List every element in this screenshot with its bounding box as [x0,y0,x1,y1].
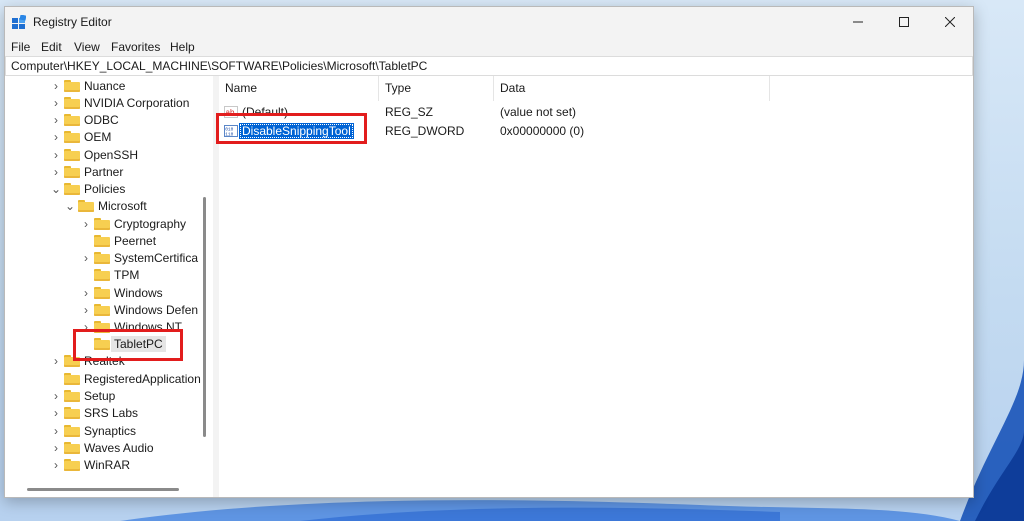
folder-icon [64,148,80,161]
key-tree[interactable]: › Nuance › NVIDIA Corporation › ODBC › OEM ›… [5,76,213,497]
tree-item-srs-labs[interactable]: › SRS Labs [51,404,138,421]
menu-file[interactable]: File [11,40,30,54]
chevron-right-icon[interactable]: › [51,352,61,369]
folder-icon [94,268,110,281]
tree-item-oem[interactable]: › OEM [51,128,111,145]
tree-item-windows[interactable]: › Windows [81,284,163,301]
folder-icon [64,441,80,454]
chevron-right-icon[interactable]: › [51,146,61,163]
tree-item-peernet[interactable]: Peernet [81,232,156,249]
tree-item-policies[interactable]: ⌄ Policies [51,180,125,197]
chevron-down-icon[interactable]: ⌄ [65,197,75,214]
chevron-right-icon[interactable]: › [81,249,91,266]
chevron-right-icon[interactable]: › [51,128,61,145]
folder-icon [64,96,80,109]
chevron-right-icon[interactable]: › [51,439,61,456]
window-title: Registry Editor [33,15,112,29]
folder-icon [64,458,80,471]
tree-item-nuance[interactable]: › Nuance [51,77,125,94]
menu-favorites[interactable]: Favorites [111,40,160,54]
tree-vertical-scrollbar[interactable] [203,197,206,437]
chevron-right-icon[interactable]: › [81,215,91,232]
registry-editor-icon [12,15,26,29]
folder-icon [64,372,80,385]
tree-horizontal-scrollbar[interactable] [27,488,179,491]
value-type: REG_SZ [385,105,434,119]
close-icon [945,17,955,27]
tree-item-tpm[interactable]: TPM [81,266,139,283]
address-bar[interactable]: Computer\HKEY_LOCAL_MACHINE\SOFTWARE\Pol… [5,56,973,76]
menu-help[interactable]: Help [170,40,195,54]
folder-icon [94,234,110,247]
column-header-type[interactable]: Type [379,76,494,101]
chevron-right-icon[interactable]: › [51,111,61,128]
chevron-right-icon[interactable]: › [51,456,61,473]
tree-item-nvidia[interactable]: › NVIDIA Corporation [51,94,189,111]
minimize-icon [853,21,863,23]
menu-view[interactable]: View [74,40,100,54]
tree-item-partner[interactable]: › Partner [51,163,123,180]
tree-item-windows-defender[interactable]: › Windows Defen [81,301,198,318]
folder-icon [64,79,80,92]
tree-item-odbc[interactable]: › ODBC [51,111,119,128]
tree-item-waves-audio[interactable]: › Waves Audio [51,439,154,456]
folder-icon [64,389,80,402]
tree-item-microsoft[interactable]: ⌄ Microsoft [65,197,147,214]
tree-item-synaptics[interactable]: › Synaptics [51,422,136,439]
tree-item-winrar[interactable]: › WinRAR [51,456,130,473]
close-button[interactable] [927,7,973,37]
folder-icon [78,199,94,212]
value-data: (value not set) [500,105,577,119]
column-header-name[interactable]: Name [219,76,379,101]
maximize-button[interactable] [881,7,927,37]
chevron-right-icon[interactable]: › [81,284,91,301]
title-bar[interactable]: Registry Editor [5,7,973,37]
column-header-data[interactable]: Data [494,76,770,101]
value-type: REG_DWORD [385,124,465,138]
tree-item-cryptography[interactable]: › Cryptography [81,215,186,232]
address-path: Computer\HKEY_LOCAL_MACHINE\SOFTWARE\Pol… [11,59,428,73]
tree-item-setup[interactable]: › Setup [51,387,115,404]
minimize-button[interactable] [835,7,881,37]
tree-item-registeredapplications[interactable]: RegisteredApplication [51,370,201,387]
chevron-down-icon[interactable]: ⌄ [51,180,61,197]
menu-edit[interactable]: Edit [41,40,62,54]
chevron-right-icon[interactable]: › [51,77,61,94]
chevron-right-icon[interactable]: › [51,94,61,111]
value-data: 0x00000000 (0) [500,124,585,138]
folder-icon [94,217,110,230]
folder-icon [64,406,80,419]
highlight-box-tabletpc [73,329,183,361]
chevron-right-icon[interactable]: › [81,301,91,318]
folder-icon [64,165,80,178]
folder-icon [64,113,80,126]
folder-icon [64,424,80,437]
folder-icon [94,251,110,264]
maximize-icon [899,17,909,27]
registry-editor-window: Registry Editor File Edit View Favorites… [4,6,974,498]
folder-icon [64,182,80,195]
chevron-right-icon[interactable]: › [51,422,61,439]
tree-item-systemcertificates[interactable]: › SystemCertifica [81,249,198,266]
highlight-box-disablesnippingtool [216,113,367,144]
folder-icon [94,286,110,299]
tree-item-openssh[interactable]: › OpenSSH [51,146,138,163]
menu-bar: File Edit View Favorites Help [5,37,973,56]
chevron-right-icon[interactable]: › [51,387,61,404]
folder-icon [64,130,80,143]
chevron-right-icon[interactable]: › [51,163,61,180]
folder-icon [94,303,110,316]
chevron-right-icon[interactable]: › [51,404,61,421]
